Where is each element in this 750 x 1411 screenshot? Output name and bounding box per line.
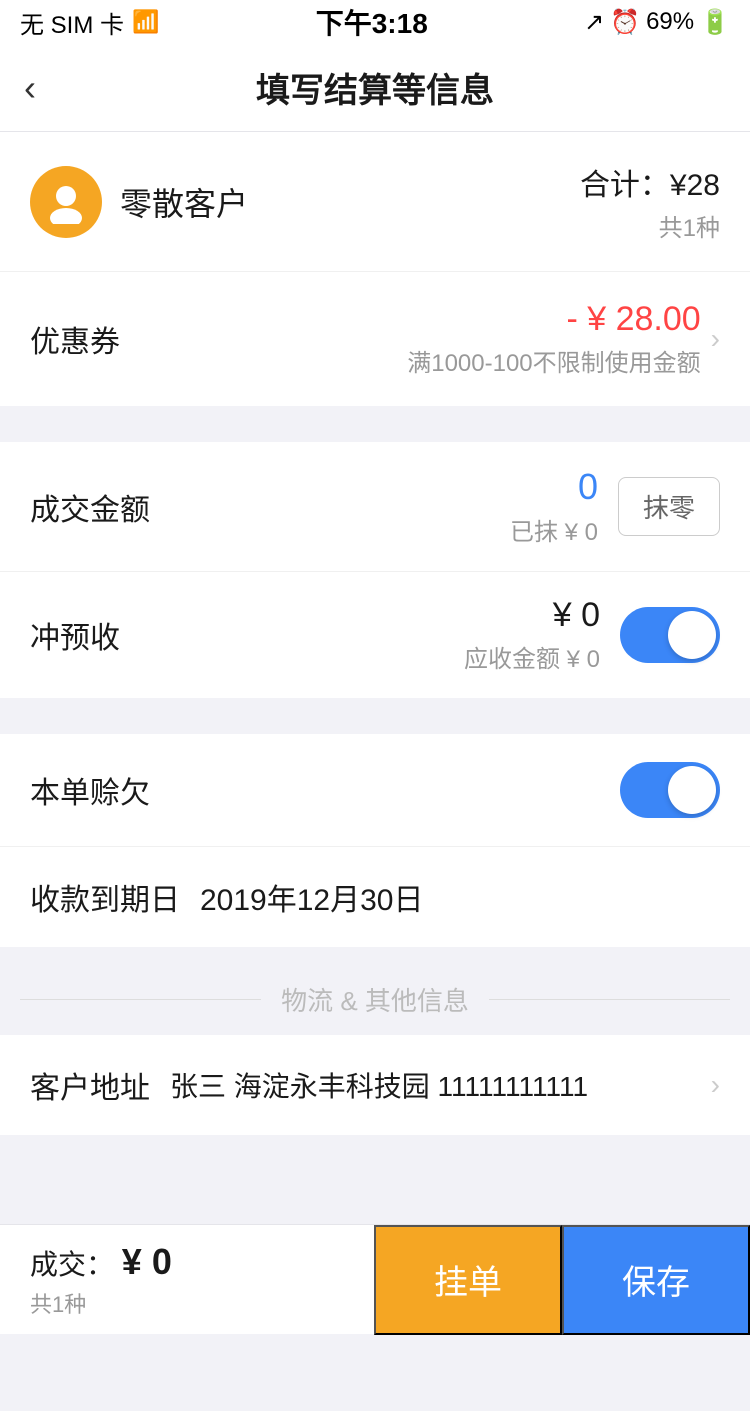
debt-section: 本单赊欠 收款到期日 2019年12月30日 — [0, 734, 750, 947]
deal-subtracted: 已抹 ¥ 0 — [510, 512, 598, 547]
customer-avatar-icon — [44, 180, 88, 224]
coupon-label: 优惠券 — [30, 317, 120, 361]
back-button[interactable]: ‹ — [24, 67, 36, 109]
coupon-amount: - ¥ 28.00 — [407, 300, 700, 339]
customer-left: 零散客户 — [30, 166, 248, 238]
round-zero-button[interactable]: 抹零 — [618, 477, 720, 536]
status-time: 下午3:18 — [316, 2, 428, 42]
prepay-amount-wrap: ¥ 0 应收金额 ¥ 0 — [464, 596, 600, 674]
prepay-receivable: 应收金额 ¥ 0 — [464, 639, 600, 674]
logistics-divider: 物流 & 其他信息 — [0, 963, 750, 1035]
customer-count: 共1种 — [580, 208, 720, 243]
bottom-deal-amount: ¥ 0 — [122, 1241, 172, 1282]
status-bar: 无 SIM 卡 📶 下午3:18 ↗ ⏰ 69% 🔋 — [0, 0, 750, 44]
prepay-label: 冲预收 — [30, 613, 120, 657]
logistics-label: 物流 & 其他信息 — [281, 981, 469, 1018]
address-chevron-icon: › — [711, 1069, 720, 1101]
debt-label: 本单赊欠 — [30, 768, 150, 812]
deal-amount-wrap: 0 已抹 ¥ 0 — [510, 466, 598, 547]
page-title: 填写结算等信息 — [256, 63, 494, 112]
coupon-desc: 满1000-100不限制使用金额 — [407, 343, 700, 378]
prepay-right: ¥ 0 应收金额 ¥ 0 — [464, 596, 720, 674]
location-icon: ↗ — [584, 8, 604, 37]
pending-button[interactable]: 挂单 — [374, 1225, 562, 1335]
bottom-deal-label: 成交： — [30, 1249, 114, 1280]
due-date-row: 收款到期日 2019年12月30日 — [0, 846, 750, 947]
customer-section: 零散客户 合计：¥28 共1种 优惠券 - ¥ 28.00 满1000-100不… — [0, 132, 750, 406]
coupon-row[interactable]: 优惠券 - ¥ 28.00 满1000-100不限制使用金额 › — [0, 271, 750, 406]
deal-amount-section: 成交金额 0 已抹 ¥ 0 抹零 冲预收 ¥ 0 应收金额 ¥ 0 — [0, 442, 750, 698]
save-button[interactable]: 保存 — [562, 1225, 750, 1335]
sim-label: 无 SIM 卡 — [20, 5, 124, 40]
section-divider-2 — [0, 714, 750, 734]
address-value: 张三 海淀永丰科技园 11111111111 — [170, 1065, 711, 1105]
coupon-content: - ¥ 28.00 满1000-100不限制使用金额 — [407, 300, 700, 378]
status-left: 无 SIM 卡 📶 — [20, 5, 159, 40]
status-right: ↗ ⏰ 69% 🔋 — [584, 8, 730, 37]
due-date-value: 2019年12月30日 — [200, 875, 423, 919]
address-label: 客户地址 — [30, 1063, 150, 1107]
prepay-row: 冲预收 ¥ 0 应收金额 ¥ 0 — [0, 571, 750, 698]
bottom-deal-line: 成交： ¥ 0 — [30, 1241, 344, 1283]
battery-label: 69% — [646, 8, 694, 36]
debt-toggle[interactable] — [620, 762, 720, 818]
debt-toggle-knob — [668, 766, 716, 814]
bottom-summary: 成交： ¥ 0 共1种 — [0, 1241, 374, 1319]
deal-amount-value: 0 — [510, 466, 598, 508]
section-divider-1 — [0, 422, 750, 442]
debt-row: 本单赊欠 — [0, 734, 750, 846]
wifi-icon: 📶 — [132, 9, 159, 35]
prepay-toggle[interactable] — [620, 607, 720, 663]
address-section: 客户地址 张三 海淀永丰科技园 11111111111 › — [0, 1035, 750, 1135]
nav-bar: ‹ 填写结算等信息 — [0, 44, 750, 132]
alarm-icon: ⏰ — [610, 8, 640, 37]
customer-right: 合计：¥28 共1种 — [580, 160, 720, 243]
customer-row: 零散客户 合计：¥28 共1种 — [0, 132, 750, 271]
prepay-amount: ¥ 0 — [464, 596, 600, 635]
address-row[interactable]: 客户地址 张三 海淀永丰科技园 11111111111 › — [0, 1035, 750, 1135]
bottom-bar: 成交： ¥ 0 共1种 挂单 保存 — [0, 1224, 750, 1334]
bottom-count: 共1种 — [30, 1287, 344, 1319]
toggle-knob — [668, 611, 716, 659]
deal-right: 0 已抹 ¥ 0 抹零 — [510, 466, 720, 547]
customer-total: 合计：¥28 — [580, 160, 720, 204]
customer-name: 零散客户 — [120, 179, 248, 225]
coupon-chevron-icon: › — [711, 323, 720, 355]
due-date-label: 收款到期日 — [30, 875, 180, 919]
logistics-line-right — [489, 999, 730, 1000]
avatar — [30, 166, 102, 238]
deal-amount-row: 成交金额 0 已抹 ¥ 0 抹零 — [0, 442, 750, 571]
battery-icon: 🔋 — [700, 8, 730, 37]
coupon-right: - ¥ 28.00 满1000-100不限制使用金额 › — [407, 300, 720, 378]
logistics-line-left — [20, 999, 261, 1000]
deal-amount-label: 成交金额 — [30, 485, 150, 529]
